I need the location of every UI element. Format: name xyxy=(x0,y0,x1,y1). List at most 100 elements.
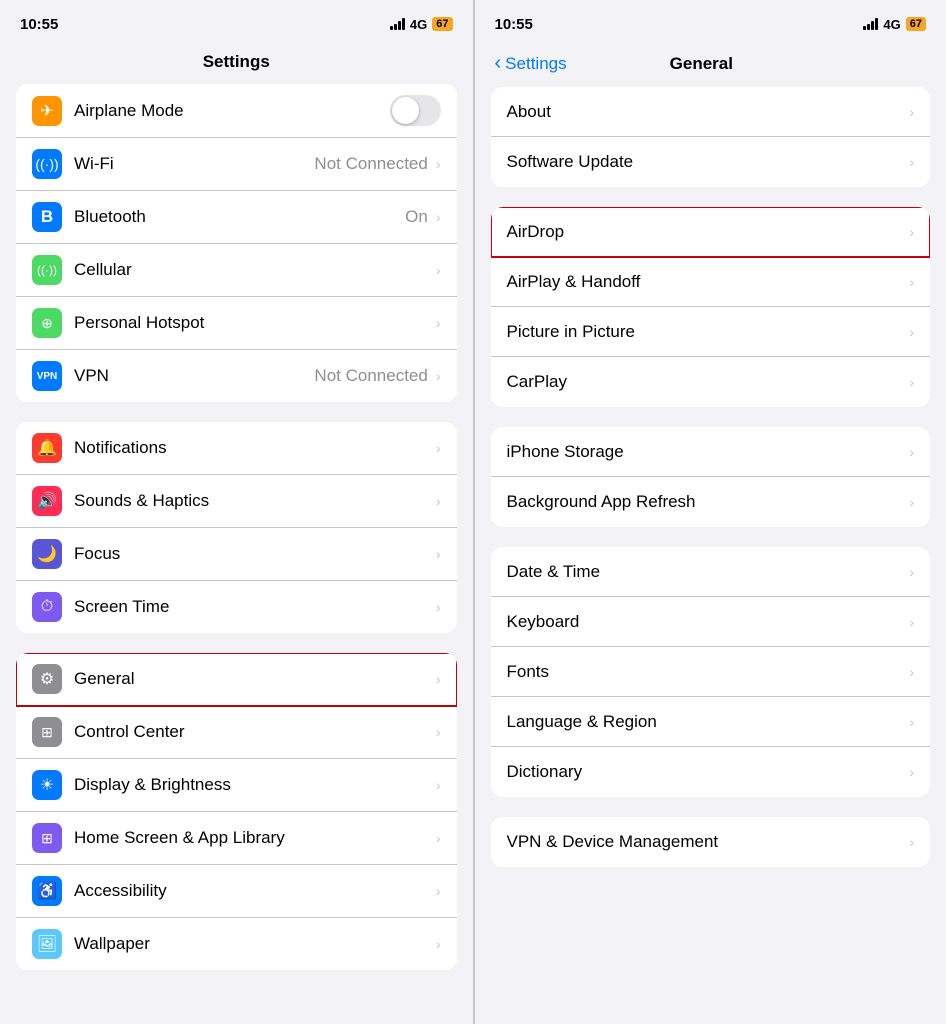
left-scroll[interactable]: ✈ Airplane Mode ((·)) Wi-Fi Not Connecte… xyxy=(0,84,473,1024)
settings-header: Settings xyxy=(0,44,473,84)
about-chevron: › xyxy=(909,104,914,120)
softwareupdate-row[interactable]: Software Update › xyxy=(491,137,931,187)
controlcenter-icon: ⊞ xyxy=(32,717,62,747)
airdrop-row[interactable]: AirDrop › xyxy=(491,207,931,257)
bluetooth-value: On xyxy=(405,207,428,227)
datetime-label: Date & Time xyxy=(507,562,910,582)
airdrop-chevron: › xyxy=(909,224,914,240)
bluetooth-row[interactable]: B Bluetooth On › xyxy=(16,191,457,244)
vpn-chevron: › xyxy=(436,368,441,384)
airplay-label: AirPlay & Handoff xyxy=(507,272,910,292)
wifi-icon: ((·)) xyxy=(32,149,62,179)
sounds-label: Sounds & Haptics xyxy=(74,491,436,511)
dictionary-chevron: › xyxy=(909,764,914,780)
accessibility-row[interactable]: ♿ Accessibility › xyxy=(16,865,457,918)
screentime-icon: ⏱ xyxy=(32,592,62,622)
storage-section: iPhone Storage › Background App Refresh … xyxy=(491,427,931,527)
wifi-chevron: › xyxy=(436,156,441,172)
focus-chevron: › xyxy=(436,546,441,562)
pip-label: Picture in Picture xyxy=(507,322,910,342)
focus-label: Focus xyxy=(74,544,436,564)
airplane-mode-row[interactable]: ✈ Airplane Mode xyxy=(16,84,457,138)
fonts-label: Fonts xyxy=(507,662,910,682)
bluetooth-label: Bluetooth xyxy=(74,207,405,227)
languageregion-row[interactable]: Language & Region › xyxy=(491,697,931,747)
wifi-label: Wi-Fi xyxy=(74,154,314,174)
sounds-row[interactable]: 🔊 Sounds & Haptics › xyxy=(16,475,457,528)
about-row[interactable]: About › xyxy=(491,87,931,137)
display-label: Display & Brightness xyxy=(74,775,436,795)
screentime-label: Screen Time xyxy=(74,597,436,617)
airplay-row[interactable]: AirPlay & Handoff › xyxy=(491,257,931,307)
about-label: About xyxy=(507,102,910,122)
status-bar-left: 10:55 4G 67 xyxy=(0,0,473,44)
airplane-toggle[interactable] xyxy=(390,95,441,126)
focus-icon: 🌙 xyxy=(32,539,62,569)
signal-bars-right xyxy=(863,18,878,30)
homescreen-row[interactable]: ⊞ Home Screen & App Library › xyxy=(16,812,457,865)
battery-right: 67 xyxy=(906,17,926,31)
cellular-label: Cellular xyxy=(74,260,436,280)
status-icons-left: 4G 67 xyxy=(390,17,453,32)
cellular-icon: ((·)) xyxy=(32,255,62,285)
hotspot-row[interactable]: ⊕ Personal Hotspot › xyxy=(16,297,457,350)
bluetooth-chevron: › xyxy=(436,209,441,225)
back-chevron-icon: ‹ xyxy=(495,52,502,75)
wifi-row[interactable]: ((·)) Wi-Fi Not Connected › xyxy=(16,138,457,191)
languageregion-chevron: › xyxy=(909,714,914,730)
vpndevice-row[interactable]: VPN & Device Management › xyxy=(491,817,931,867)
time-left: 10:55 xyxy=(20,16,58,33)
iphonestorage-row[interactable]: iPhone Storage › xyxy=(491,427,931,477)
iphonestorage-chevron: › xyxy=(909,444,914,460)
cellular-chevron: › xyxy=(436,262,441,278)
general-row[interactable]: ⚙ General › xyxy=(16,653,457,706)
focus-row[interactable]: 🌙 Focus › xyxy=(16,528,457,581)
cellular-row[interactable]: ((·)) Cellular › xyxy=(16,244,457,297)
airdrop-label: AirDrop xyxy=(507,222,910,242)
pip-row[interactable]: Picture in Picture › xyxy=(491,307,931,357)
keyboard-row[interactable]: Keyboard › xyxy=(491,597,931,647)
vpnmgmt-section: VPN & Device Management › xyxy=(491,817,931,867)
dictionary-row[interactable]: Dictionary › xyxy=(491,747,931,797)
general-label: General xyxy=(74,669,436,689)
accessibility-chevron: › xyxy=(436,883,441,899)
carplay-label: CarPlay xyxy=(507,372,910,392)
vpndevice-label: VPN & Device Management xyxy=(507,832,910,852)
screentime-row[interactable]: ⏱ Screen Time › xyxy=(16,581,457,633)
general-chevron: › xyxy=(436,671,441,687)
bgrefresh-row[interactable]: Background App Refresh › xyxy=(491,477,931,527)
wallpaper-row[interactable]: 🖼 Wallpaper › xyxy=(16,918,457,970)
homescreen-chevron: › xyxy=(436,830,441,846)
vpn-row[interactable]: VPN VPN Not Connected › xyxy=(16,350,457,402)
datetime-row[interactable]: Date & Time › xyxy=(491,547,931,597)
dictionary-label: Dictionary xyxy=(507,762,910,782)
right-panel: 10:55 4G 67 ‹ Settings General About › xyxy=(474,0,946,1024)
carplay-row[interactable]: CarPlay › xyxy=(491,357,931,407)
vpn-label: VPN xyxy=(74,366,314,386)
notifications-row[interactable]: 🔔 Notifications › xyxy=(16,422,457,475)
settings-title: Settings xyxy=(203,52,270,71)
signal-bars-left xyxy=(390,18,405,30)
hotspot-chevron: › xyxy=(436,315,441,331)
network-type-right: 4G xyxy=(883,17,900,32)
system-section: ⚙ General › ⊞ Control Center › ☀ Display… xyxy=(16,653,457,970)
right-scroll[interactable]: About › Software Update › AirDrop › AirP… xyxy=(475,87,946,1024)
sounds-chevron: › xyxy=(436,493,441,509)
wifi-value: Not Connected xyxy=(314,154,427,174)
homescreen-label: Home Screen & App Library xyxy=(74,828,436,848)
alerts-section: 🔔 Notifications › 🔊 Sounds & Haptics › 🌙… xyxy=(16,422,457,633)
bgrefresh-label: Background App Refresh xyxy=(507,492,910,512)
left-panel: 10:55 4G 67 Settings ✈ Airplane Mode xyxy=(0,0,473,1024)
back-button[interactable]: ‹ Settings xyxy=(495,52,567,75)
fonts-row[interactable]: Fonts › xyxy=(491,647,931,697)
display-row[interactable]: ☀ Display & Brightness › xyxy=(16,759,457,812)
back-label: Settings xyxy=(505,54,566,74)
notifications-chevron: › xyxy=(436,440,441,456)
vpn-value: Not Connected xyxy=(314,366,427,386)
toggle-thumb xyxy=(392,97,419,124)
datetime-chevron: › xyxy=(909,564,914,580)
connectivity-section: ✈ Airplane Mode ((·)) Wi-Fi Not Connecte… xyxy=(16,84,457,402)
sounds-icon: 🔊 xyxy=(32,486,62,516)
softwareupdate-chevron: › xyxy=(909,154,914,170)
controlcenter-row[interactable]: ⊞ Control Center › xyxy=(16,706,457,759)
